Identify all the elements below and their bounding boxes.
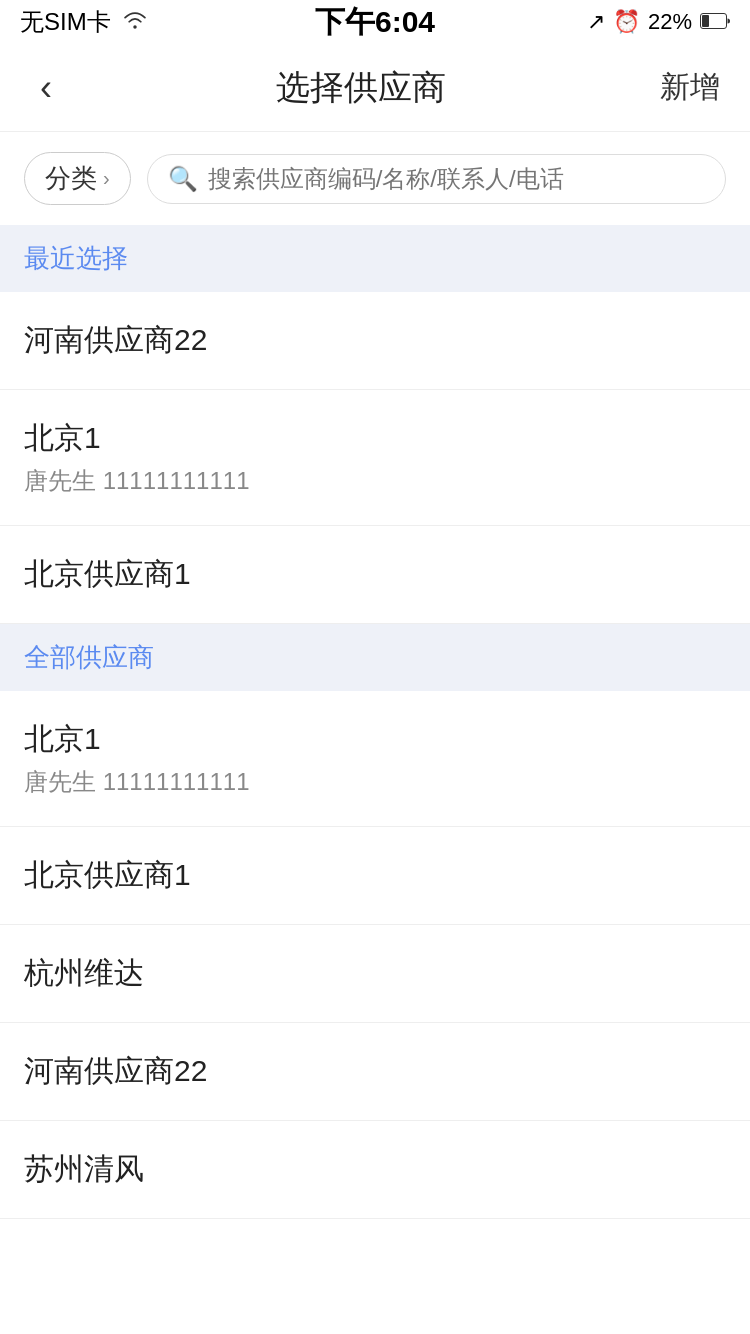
search-icon: 🔍 xyxy=(168,165,198,193)
search-input[interactable] xyxy=(208,165,705,193)
list-item[interactable]: 苏州清风 xyxy=(0,1121,750,1219)
item-name: 河南供应商22 xyxy=(24,1051,726,1092)
item-name: 河南供应商22 xyxy=(24,320,726,361)
svg-rect-1 xyxy=(702,15,709,27)
status-left: 无SIM卡 xyxy=(20,6,149,38)
carrier-text: 无SIM卡 xyxy=(20,6,111,38)
status-bar: 无SIM卡 下午6:04 ↗ ⏰ 22% xyxy=(0,0,750,44)
wifi-icon xyxy=(121,8,149,36)
location-icon: ↗ xyxy=(587,9,605,35)
section-header-all: 全部供应商 xyxy=(0,624,750,691)
item-sub: 唐先生 11111111111 xyxy=(24,465,726,497)
chevron-icon: › xyxy=(103,167,110,190)
filter-row: 分类 › 🔍 xyxy=(0,132,750,225)
section-header-recent: 最近选择 xyxy=(0,225,750,292)
back-button[interactable]: ‹ xyxy=(30,57,62,119)
item-name: 苏州清风 xyxy=(24,1149,726,1190)
item-name: 北京1 xyxy=(24,719,726,760)
list-item[interactable]: 北京供应商1 xyxy=(0,526,750,624)
item-name: 杭州维达 xyxy=(24,953,726,994)
item-name: 北京供应商1 xyxy=(24,554,726,595)
category-label: 分类 xyxy=(45,161,97,196)
battery-text: 22% xyxy=(648,9,692,35)
list-item[interactable]: 河南供应商22 xyxy=(0,1023,750,1121)
list-item[interactable]: 北京供应商1 xyxy=(0,827,750,925)
item-name: 北京供应商1 xyxy=(24,855,726,896)
item-sub: 唐先生 11111111111 xyxy=(24,766,726,798)
category-button[interactable]: 分类 › xyxy=(24,152,131,205)
nav-bar: ‹ 选择供应商 新增 xyxy=(0,44,750,132)
list-item[interactable]: 北京1 唐先生 11111111111 xyxy=(0,691,750,827)
battery-icon xyxy=(700,9,730,35)
list-item[interactable]: 北京1 唐先生 11111111111 xyxy=(0,390,750,526)
status-right: ↗ ⏰ 22% xyxy=(587,9,730,35)
page-title: 选择供应商 xyxy=(276,65,446,111)
status-time: 下午6:04 xyxy=(315,2,435,43)
sections-container: 最近选择河南供应商22 北京1 唐先生 11111111111 北京供应商1 全部供应商… xyxy=(0,225,750,1219)
list-item[interactable]: 杭州维达 xyxy=(0,925,750,1023)
list-item[interactable]: 河南供应商22 xyxy=(0,292,750,390)
item-name: 北京1 xyxy=(24,418,726,459)
search-box: 🔍 xyxy=(147,154,726,204)
add-button[interactable]: 新增 xyxy=(660,67,720,108)
alarm-icon: ⏰ xyxy=(613,9,640,35)
